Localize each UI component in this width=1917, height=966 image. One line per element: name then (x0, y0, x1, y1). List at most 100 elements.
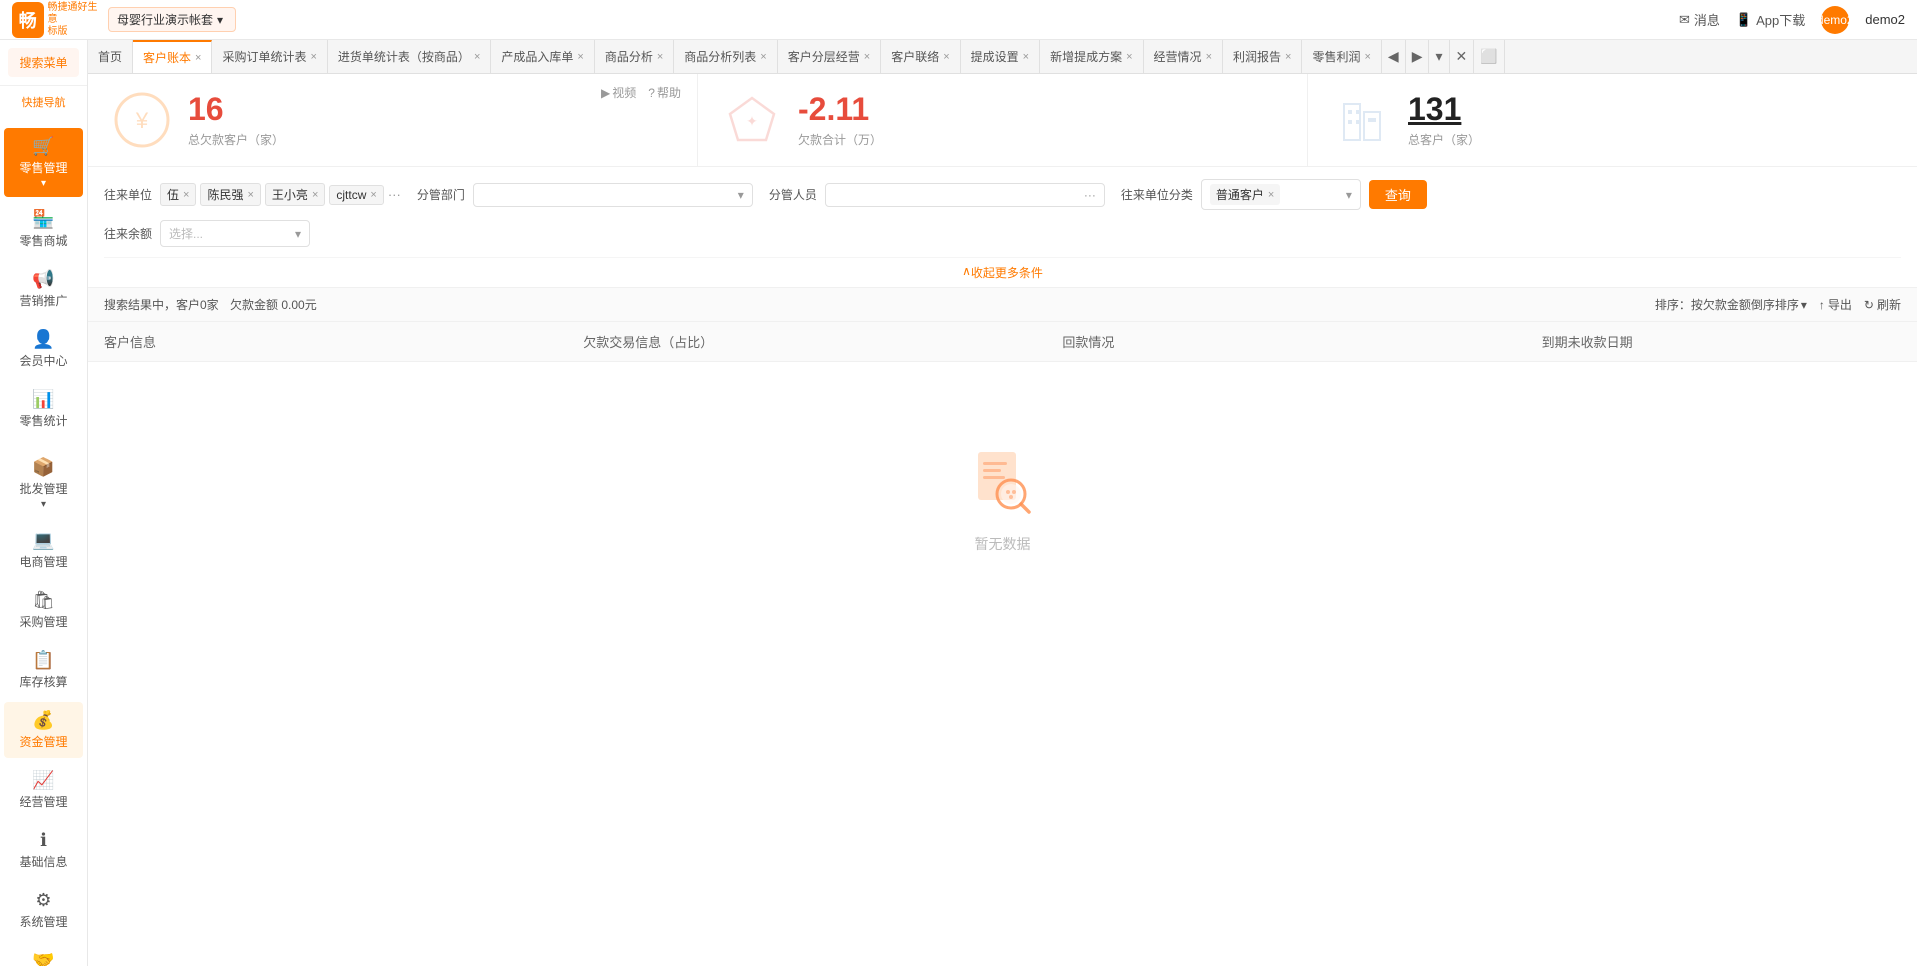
tab-maximize-btn[interactable]: ⬜ (1474, 40, 1504, 74)
tab-bar: 首页 客户账本 × 采购订单统计表 × 进货单统计表（按商品） × 产成品入库单… (88, 40, 1917, 74)
balance-label: 往来余额 (104, 225, 152, 242)
retail-mgmt-icon: 🛒 (32, 136, 54, 157)
tab-product-analysis[interactable]: 商品分析 × (595, 40, 674, 74)
sidebar-item-label: 库存核算 (19, 673, 67, 690)
tab-close-icon[interactable]: × (760, 51, 766, 63)
tab-customer-tier[interactable]: 客户分层经营 × (778, 40, 881, 74)
sidebar-item-label: 零售管理 (19, 159, 67, 176)
tab-product-inbound[interactable]: 产成品入库单 × (491, 40, 594, 74)
tab-close-icon[interactable]: × (474, 51, 480, 63)
avatar[interactable]: demo2 (1821, 6, 1849, 34)
system-icon: ⚙ (35, 890, 51, 911)
tab-more-btn[interactable]: ▾ (1429, 40, 1449, 74)
query-button[interactable]: 查询 (1369, 180, 1427, 209)
help-link[interactable]: ? 帮助 (648, 84, 681, 101)
sidebar-item-marketing[interactable]: 📢 营销推广 (4, 261, 83, 317)
sort-label: 排序：按欠款金额倒序排序 (1655, 296, 1799, 313)
sidebar-item-label: 零售商城 (19, 232, 67, 249)
tab-inbound-stats[interactable]: 进货单统计表（按商品） × (328, 40, 491, 74)
empty-illustration (963, 442, 1043, 522)
tab-close-all-btn[interactable]: ✕ (1450, 40, 1475, 74)
results-count: 搜索结果中，客户0家 (104, 298, 219, 312)
tab-retail-profit[interactable]: 零售利润 × (1302, 40, 1381, 74)
app-download-btn[interactable]: 📱 App下载 (1736, 10, 1805, 29)
member-icon: 👤 (32, 329, 54, 350)
sidebar-item-enterprise-collab[interactable]: 🤝 企业协同 (4, 942, 83, 966)
marketing-icon: 📢 (32, 269, 54, 290)
filter-row-1: 往来单位 伍 × 陈民强 × 王小亮 (104, 179, 1901, 210)
unit-type-value-tag: 普通客户 × (1210, 184, 1280, 205)
sidebar-item-inventory[interactable]: 📋 库存核算 (4, 642, 83, 698)
tab-close-icon[interactable]: × (864, 51, 870, 63)
sidebar-item-basic-info[interactable]: ℹ 基础信息 (4, 822, 83, 878)
sidebar-item-finance-mgmt[interactable]: 💰 资金管理 (4, 702, 83, 758)
tag-close-wu[interactable]: × (183, 189, 189, 201)
sidebar-item-member-center[interactable]: 👤 会员中心 (4, 321, 83, 377)
sidebar-item-purchase-mgmt[interactable]: 🛍 采购管理 (4, 582, 83, 638)
tag-close-chen[interactable]: × (247, 189, 253, 201)
sidebar-item-wholesale-mgmt[interactable]: 📦 批发管理 ▾ (4, 449, 83, 518)
export-btn[interactable]: ↑ 导出 (1819, 296, 1852, 313)
tab-close-icon[interactable]: × (943, 51, 949, 63)
tab-customer-ledger[interactable]: 客户账本 × (133, 40, 212, 74)
sidebar-item-retail-mgmt[interactable]: 🛒 零售管理 ▾ (4, 128, 83, 197)
unit-type-select[interactable]: 普通客户 × ▾ (1201, 179, 1361, 210)
tab-close-icon[interactable]: × (1206, 51, 1212, 63)
stat-value-debt: -2.11 (798, 92, 882, 127)
tab-commission-settings[interactable]: 提成设置 × (961, 40, 1040, 74)
sidebar-item-label: 会员中心 (19, 352, 67, 369)
tab-close-icon[interactable]: × (1364, 51, 1370, 63)
stat-top-right: ▶ 视频 ? 帮助 (601, 84, 681, 101)
results-bar: 搜索结果中，客户0家 欠款金额 0.00元 排序：按欠款金额倒序排序 ▾ ↑ 导… (88, 288, 1917, 322)
sidebar-item-operation-mgmt[interactable]: 📈 经营管理 (4, 762, 83, 818)
balance-select[interactable]: 选择... ▾ (160, 220, 310, 247)
message-btn[interactable]: ✉ 消息 (1679, 10, 1720, 29)
stat-content-customers: 16 总欠款客户（家） (188, 92, 284, 148)
empty-state: 暂无数据 (88, 362, 1917, 634)
sidebar-item-retail-stats[interactable]: 📊 零售统计 (4, 381, 83, 437)
collapse-btn[interactable]: ∧ 收起更多条件 (104, 257, 1901, 287)
tag-close-wang[interactable]: × (312, 189, 318, 201)
sidebar-item-retail-mall[interactable]: 🏪 零售商城 (4, 201, 83, 257)
video-link[interactable]: ▶ 视频 (601, 84, 636, 101)
tab-purchase-order-stats[interactable]: 采购订单统计表 × (212, 40, 327, 74)
filter-more-btn[interactable]: ··· (388, 187, 401, 202)
tab-close-icon[interactable]: × (657, 51, 663, 63)
download-icon: 📱 (1736, 12, 1752, 28)
unit-type-close-icon[interactable]: × (1268, 189, 1274, 201)
tag-close-cjttcw[interactable]: × (370, 189, 376, 201)
tab-operation-status[interactable]: 经营情况 × (1144, 40, 1223, 74)
sidebar-item-label: 电商管理 (19, 553, 67, 570)
sidebar-item-label: 批发管理 (19, 480, 67, 497)
sidebar-item-ecommerce[interactable]: 💻 电商管理 (4, 522, 83, 578)
search-menu-btn[interactable]: 搜索菜单 (8, 48, 79, 77)
tab-next-btn[interactable]: ▶ (1406, 40, 1430, 74)
tab-close-icon[interactable]: × (195, 52, 201, 64)
stats-bar: ¥ 16 总欠款客户（家） ▶ 视频 (88, 74, 1917, 167)
tab-close-icon[interactable]: × (577, 51, 583, 63)
table-header: 客户信息 欠款交易信息（占比） 回款情况 到期未收款日期 (88, 322, 1917, 362)
sidebar-item-system-mgmt[interactable]: ⚙ 系统管理 (4, 882, 83, 938)
refresh-btn[interactable]: ↻ 刷新 (1864, 296, 1901, 313)
tab-close-icon[interactable]: × (1126, 51, 1132, 63)
tab-customer-contact[interactable]: 客户联络 × (881, 40, 960, 74)
tab-profit-report[interactable]: 利润报告 × (1223, 40, 1302, 74)
person-select[interactable]: ··· (825, 183, 1105, 207)
tab-home[interactable]: 首页 (88, 40, 133, 74)
results-actions: 排序：按欠款金额倒序排序 ▾ ↑ 导出 ↻ 刷新 (1655, 296, 1901, 313)
quick-nav-btn[interactable]: 快捷导航 (8, 90, 79, 114)
sort-select[interactable]: 排序：按欠款金额倒序排序 ▾ (1655, 296, 1807, 313)
tab-prev-btn[interactable]: ◀ (1382, 40, 1406, 74)
tab-product-analysis-list[interactable]: 商品分析列表 × (674, 40, 777, 74)
purchase-icon: 🛍 (32, 590, 55, 611)
retail-stats-icon: 📊 (32, 389, 54, 410)
tab-close-icon[interactable]: × (1285, 51, 1291, 63)
tab-close-icon[interactable]: × (310, 51, 316, 63)
tab-close-icon[interactable]: × (1023, 51, 1029, 63)
store-selector[interactable]: 母婴行业演示帐套 ▾ (108, 7, 236, 32)
filter-tag-wu: 伍 × (160, 183, 196, 206)
export-icon: ↑ (1819, 298, 1825, 312)
dept-select[interactable]: ▾ (473, 183, 753, 207)
stat-label-total: 总客户（家） (1408, 131, 1480, 148)
tab-new-commission-plan[interactable]: 新增提成方案 × (1040, 40, 1143, 74)
